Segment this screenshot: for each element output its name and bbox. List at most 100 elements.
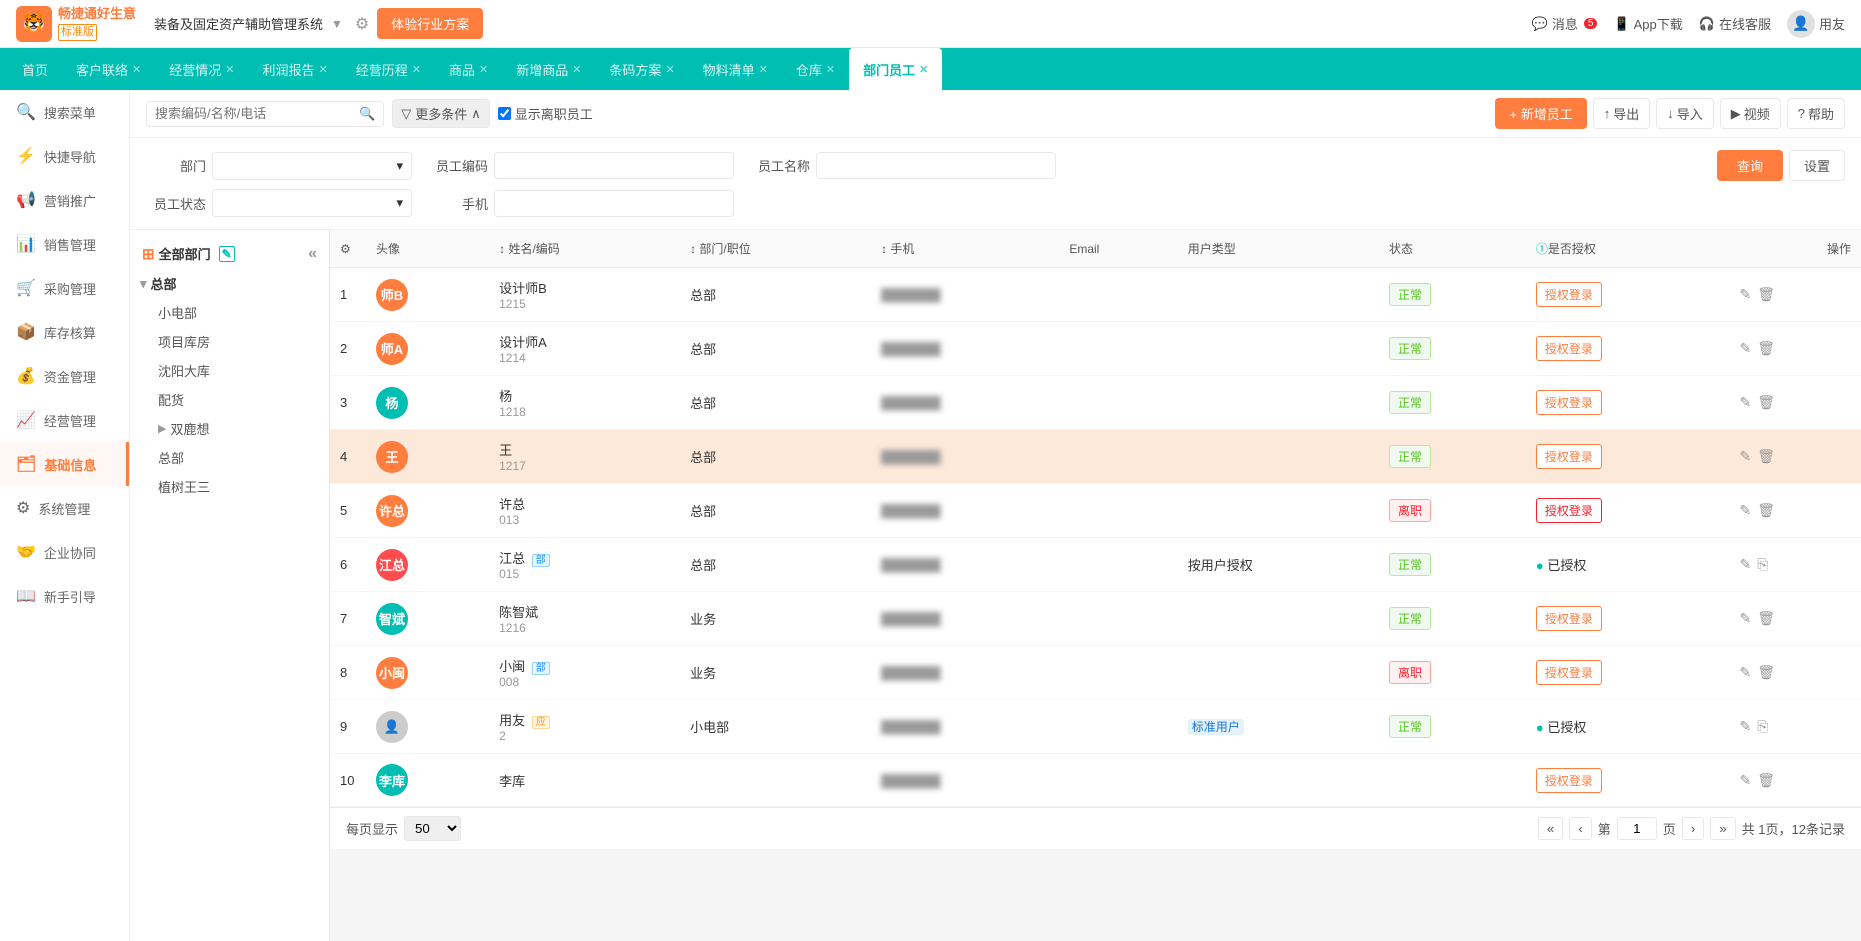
tab-business-close-icon[interactable]: ✕ (225, 63, 234, 76)
sidebar-item-marketing[interactable]: 📢 营销推广 (0, 178, 129, 222)
sidebar-item-basic-info[interactable]: 🗂 基础信息 (0, 442, 129, 486)
sidebar-item-sales[interactable]: 📊 销售管理 (0, 222, 129, 266)
copy-icon-6[interactable]: ⎘ (1757, 556, 1768, 573)
delete-icon-7[interactable]: 🗑 (1757, 610, 1775, 627)
tab-customer-close-icon[interactable]: ✕ (132, 63, 141, 76)
auth-btn-3[interactable]: 授权登录 (1536, 390, 1602, 415)
emp-name-input[interactable] (816, 152, 1056, 179)
tab-warehouse[interactable]: 仓库 ✕ (782, 48, 849, 90)
dept-select[interactable]: ▾ (212, 152, 412, 180)
search-input[interactable] (155, 106, 355, 121)
tab-history[interactable]: 经营历程 ✕ (342, 48, 435, 90)
export-button[interactable]: ↑ 导出 (1593, 98, 1651, 129)
sidebar-item-shortcut[interactable]: ⚡ 快捷导航 (0, 134, 129, 178)
tab-barcode-close-icon[interactable]: ✕ (665, 63, 674, 76)
auth-btn-4[interactable]: 授权登录 (1536, 444, 1602, 469)
delete-icon-8[interactable]: 🗑 (1757, 664, 1775, 681)
settings-button[interactable]: 设置 (1789, 150, 1845, 181)
tree-node-shuanglu[interactable]: ▶ 双鹿想 (130, 414, 329, 443)
col-name[interactable]: ↕ 姓名/编码 (489, 230, 680, 268)
auth-btn-7[interactable]: 授权登录 (1536, 606, 1602, 631)
tab-bom[interactable]: 物料清单 ✕ (689, 48, 782, 90)
dropdown-arrow-icon[interactable]: ▼ (331, 17, 343, 31)
delete-icon-5[interactable]: 🗑 (1757, 502, 1775, 519)
gear-icon[interactable]: ⚙ (355, 14, 369, 34)
sidebar-item-system[interactable]: ⚙ 系统管理 (0, 486, 129, 530)
col-settings-icon[interactable]: ⚙ (330, 230, 366, 268)
user-item[interactable]: 👤 用友 (1787, 10, 1845, 38)
tree-collapse-icon[interactable]: « (308, 245, 317, 263)
show-resigned-check[interactable] (498, 107, 511, 120)
edit-icon-3[interactable]: ✎ (1739, 394, 1751, 411)
help-button[interactable]: ? 帮助 (1787, 98, 1845, 129)
page-size-select[interactable]: 50 100 (404, 816, 461, 841)
edit-icon-5[interactable]: ✎ (1739, 502, 1751, 519)
tab-home[interactable]: 首页 (8, 48, 62, 90)
auth-btn-10[interactable]: 授权登录 (1536, 768, 1602, 793)
tab-department-close-icon[interactable]: ✕ (919, 63, 928, 76)
edit-icon-10[interactable]: ✎ (1739, 772, 1751, 789)
tree-node-xiaodian[interactable]: 小电部 (130, 298, 329, 327)
tree-node-project[interactable]: 项目库房 (130, 327, 329, 356)
tab-barcode[interactable]: 条码方案 ✕ (595, 48, 688, 90)
page-number-input[interactable] (1617, 817, 1657, 840)
tab-goods[interactable]: 商品 ✕ (435, 48, 502, 90)
sidebar-item-search[interactable]: 🔍 搜索菜单 (0, 90, 129, 134)
delete-icon-2[interactable]: 🗑 (1757, 340, 1775, 357)
tab-history-close-icon[interactable]: ✕ (412, 63, 421, 76)
tab-department[interactable]: 部门员工 ✕ (849, 48, 942, 90)
tree-node-zhishu[interactable]: 植树王三 (130, 472, 329, 501)
phone-input[interactable] (494, 190, 734, 217)
delete-icon-1[interactable]: 🗑 (1757, 286, 1775, 303)
prev-page-button[interactable]: ‹ (1569, 817, 1591, 840)
tab-warehouse-close-icon[interactable]: ✕ (826, 63, 835, 76)
tree-node-zongbu[interactable]: 总部 (130, 443, 329, 472)
tab-new-goods-close-icon[interactable]: ✕ (572, 63, 581, 76)
import-button[interactable]: ↓ 导入 (1656, 98, 1714, 129)
tab-profit[interactable]: 利润报告 ✕ (248, 48, 341, 90)
last-page-button[interactable]: » (1710, 817, 1735, 840)
show-resigned-checkbox[interactable]: 显示离职员工 (498, 104, 593, 123)
col-dept[interactable]: ↕ 部门/职位 (680, 230, 871, 268)
message-item[interactable]: 💬 消息 5 (1532, 14, 1598, 33)
auth-btn-2[interactable]: 授权登录 (1536, 336, 1602, 361)
more-filter-button[interactable]: ▽ 更多条件 ∧ (392, 99, 490, 128)
add-employee-button[interactable]: + 新增员工 (1495, 98, 1586, 129)
trial-button[interactable]: 体验行业方案 (377, 8, 483, 39)
edit-icon-7[interactable]: ✎ (1739, 610, 1751, 627)
first-page-button[interactable]: « (1538, 817, 1563, 840)
sidebar-item-collab[interactable]: 🤝 企业协同 (0, 530, 129, 574)
search-icon[interactable]: 🔍 (359, 106, 375, 122)
sidebar-item-inventory[interactable]: 📦 库存核算 (0, 310, 129, 354)
tree-node-shenyang[interactable]: 沈阳大库 (130, 356, 329, 385)
delete-icon-3[interactable]: 🗑 (1757, 394, 1775, 411)
online-service-item[interactable]: 🎧 在线客服 (1699, 14, 1771, 33)
emp-code-input[interactable] (494, 152, 734, 179)
edit-icon-6[interactable]: ✎ (1739, 556, 1751, 573)
sidebar-item-guide[interactable]: 📖 新手引导 (0, 574, 129, 618)
edit-icon-2[interactable]: ✎ (1739, 340, 1751, 357)
auth-btn-5[interactable]: 授权登录 (1536, 498, 1602, 523)
col-phone[interactable]: ↕ 手机 (871, 230, 1059, 268)
auth-btn-1[interactable]: 授权登录 (1536, 282, 1602, 307)
tab-business[interactable]: 经营情况 ✕ (155, 48, 248, 90)
tree-node-zongbu-group[interactable]: ▾ 总部 (130, 269, 329, 298)
search-button[interactable]: 查询 (1717, 150, 1783, 181)
tab-new-goods[interactable]: 新增商品 ✕ (502, 48, 595, 90)
sidebar-item-finance[interactable]: 💰 资金管理 (0, 354, 129, 398)
delete-icon-10[interactable]: 🗑 (1757, 772, 1775, 789)
edit-icon-1[interactable]: ✎ (1739, 286, 1751, 303)
tab-customer[interactable]: 客户联络 ✕ (62, 48, 155, 90)
next-page-button[interactable]: › (1682, 817, 1704, 840)
edit-icon-4[interactable]: ✎ (1739, 448, 1751, 465)
copy-icon-9[interactable]: ⎘ (1757, 718, 1768, 735)
tab-bom-close-icon[interactable]: ✕ (759, 63, 768, 76)
tab-goods-close-icon[interactable]: ✕ (479, 63, 488, 76)
app-download-item[interactable]: 📱 App下载 (1613, 14, 1682, 33)
sidebar-item-operations[interactable]: 📈 经营管理 (0, 398, 129, 442)
emp-status-select[interactable]: ▾ (212, 189, 412, 217)
tree-node-peihuo[interactable]: 配货 (130, 385, 329, 414)
auth-btn-8[interactable]: 授权登录 (1536, 660, 1602, 685)
tab-profit-close-icon[interactable]: ✕ (319, 63, 328, 76)
view-button[interactable]: ▶ 视频 (1720, 98, 1781, 129)
